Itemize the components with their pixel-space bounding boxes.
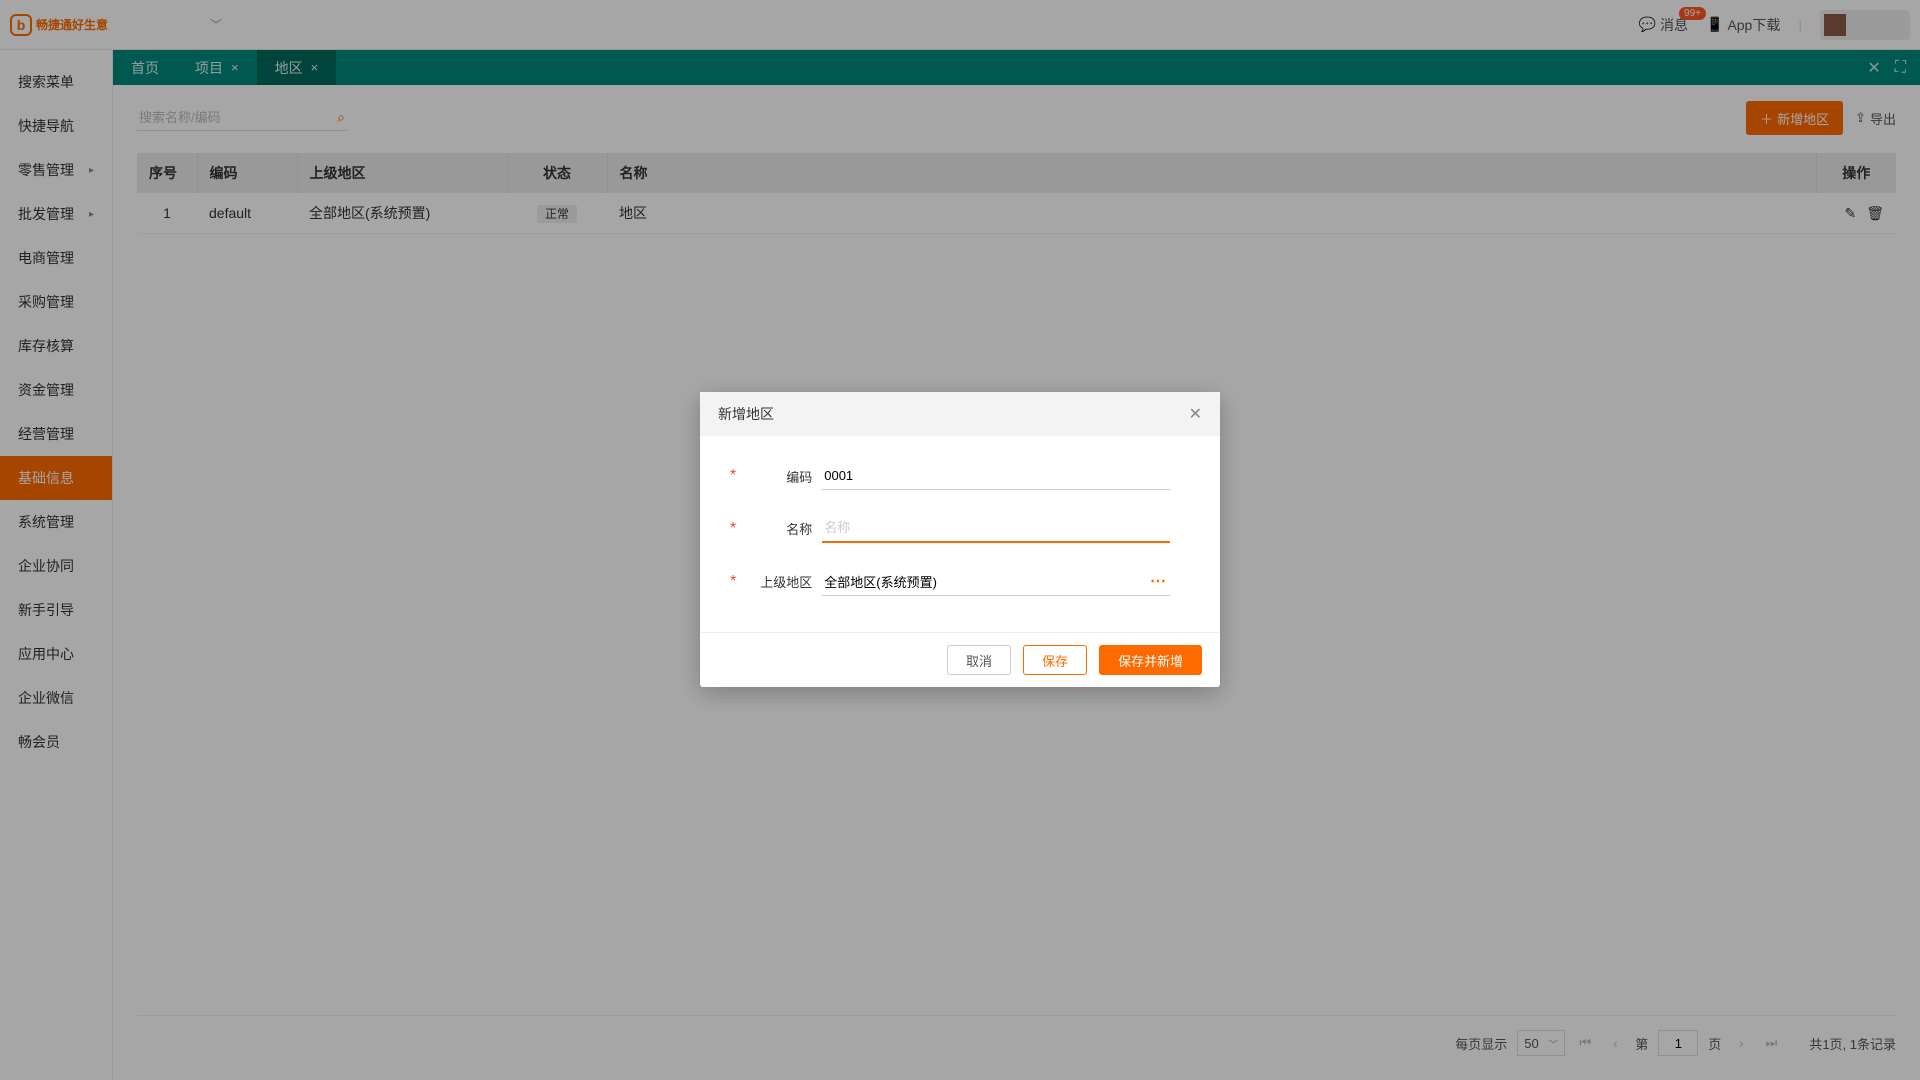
parent-select[interactable]: 全部地区(系统预置) ⋯ (822, 567, 1170, 596)
name-label: 名称 (740, 519, 812, 538)
modal-footer: 取消 保存 保存并新增 (700, 632, 1220, 687)
required-mark: * (730, 467, 736, 485)
save-and-new-button[interactable]: 保存并新增 (1099, 645, 1202, 675)
add-region-modal: 新增地区 ✕ * 编码 * 名称 * 上级地区 全部地区(系统预置) ⋯ 取消 … (700, 392, 1220, 687)
field-name: * 名称 (730, 514, 1170, 543)
cancel-button[interactable]: 取消 (947, 645, 1011, 675)
modal-header: 新增地区 ✕ (700, 392, 1220, 436)
save-button[interactable]: 保存 (1023, 645, 1087, 675)
name-input[interactable] (822, 514, 1170, 543)
modal-title: 新增地区 (718, 404, 774, 424)
ellipsis-icon[interactable]: ⋯ (1150, 571, 1168, 591)
parent-label: 上级地区 (740, 572, 812, 591)
close-icon[interactable]: ✕ (1189, 404, 1202, 424)
required-mark: * (730, 520, 736, 538)
code-label: 编码 (740, 467, 812, 486)
parent-value: 全部地区(系统预置) (824, 572, 1150, 591)
field-code: * 编码 (730, 462, 1170, 490)
field-parent: * 上级地区 全部地区(系统预置) ⋯ (730, 567, 1170, 596)
required-mark: * (730, 573, 736, 591)
code-input[interactable] (822, 462, 1170, 490)
